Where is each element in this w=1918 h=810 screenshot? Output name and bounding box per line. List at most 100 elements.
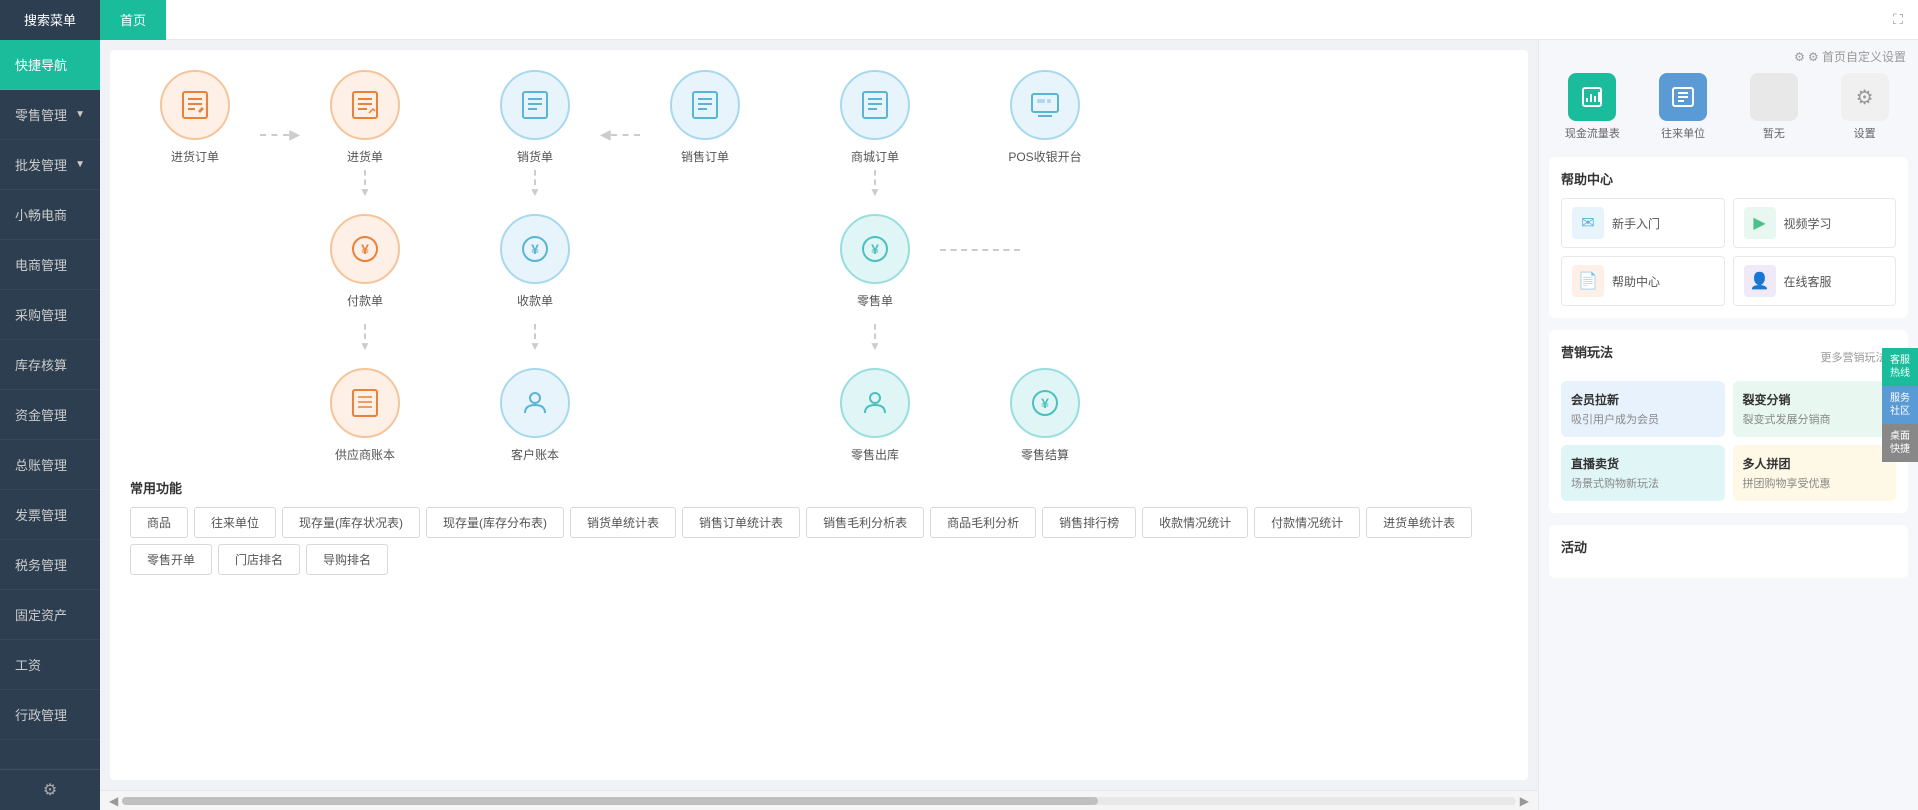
func-btn-profit2[interactable]: 商品毛利分析	[930, 507, 1036, 538]
customer-account-icon	[500, 368, 570, 438]
sidebar-item-inventory[interactable]: 库存核算	[0, 340, 100, 390]
service-label: 在线客服	[1784, 273, 1832, 290]
sidebar-item-finance[interactable]: 资金管理	[0, 390, 100, 440]
help-item-service[interactable]: 👤 在线客服	[1733, 256, 1897, 306]
func-btn-guide-rank[interactable]: 导购排名	[306, 544, 388, 575]
float-btn-desktop[interactable]: 桌面快捷	[1882, 424, 1918, 462]
flow-node-retail-settle[interactable]: ¥ 零售结算	[980, 368, 1110, 463]
beginner-label: 新手入门	[1612, 215, 1660, 232]
sidebar-item-wholesale[interactable]: 批发管理 ▼	[0, 140, 100, 190]
flow-node-sale[interactable]: 销货单	[470, 70, 600, 165]
shortcut-item-cashflow[interactable]: 现金流量表	[1551, 73, 1634, 141]
sidebar-item-tax[interactable]: 税务管理	[0, 540, 100, 590]
marketing-item-fission[interactable]: 裂变分销 裂变式发展分销商	[1733, 381, 1897, 437]
doc-icon: 📄	[1572, 265, 1604, 297]
settings-icon[interactable]: ⚙	[43, 780, 57, 800]
flow-node-customer-account[interactable]: 客户账本	[470, 368, 600, 463]
help-item-help[interactable]: 📄 帮助中心	[1561, 256, 1725, 306]
flow-node-retail-out[interactable]: 零售出库	[810, 368, 940, 463]
func-btn-payment-stat[interactable]: 付款情况统计	[1254, 507, 1360, 538]
func-btn-stock2[interactable]: 现存量(库存分布表)	[426, 507, 564, 538]
settings-label: 设置	[1854, 125, 1876, 141]
flow-node-mall-order[interactable]: 商城订单	[810, 70, 940, 165]
chevron-down-icon: ▼	[75, 109, 85, 120]
fission-title: 裂变分销	[1743, 391, 1887, 408]
fullscreen-icon[interactable]: ⛶	[1888, 10, 1908, 30]
sidebar-item-xcec[interactable]: 小畅电商	[0, 190, 100, 240]
flow-node-supplier-account[interactable]: 供应商账本	[300, 368, 430, 463]
sidebar-item-assets[interactable]: 固定资产	[0, 590, 100, 640]
func-btn-rank[interactable]: 销售排行榜	[1042, 507, 1136, 538]
flow-node-sales-order[interactable]: 销售订单	[640, 70, 770, 165]
scroll-left-icon[interactable]: ◀	[105, 794, 122, 808]
sidebar-item-quick-nav[interactable]: 快捷导航	[0, 40, 100, 90]
top-bar-right: ⛶	[1888, 10, 1918, 30]
svg-text:¥: ¥	[871, 241, 879, 257]
sidebar-item-label: 小畅电商	[15, 205, 67, 224]
flow-node-receipt[interactable]: ¥ 收款单	[470, 214, 600, 309]
help-item-beginner[interactable]: ✉ 新手入门	[1561, 198, 1725, 248]
common-functions-title: 常用功能	[130, 478, 1508, 497]
shortcut-item-contacts[interactable]: 往来单位	[1642, 73, 1725, 141]
person-icon: 👤	[1744, 265, 1776, 297]
flow-node-pos[interactable]: POS收银开台	[980, 70, 1110, 165]
help-item-video[interactable]: ▶ 视频学习	[1733, 198, 1897, 248]
sidebar-item-purchase[interactable]: 采购管理	[0, 290, 100, 340]
chevron-down-icon: ▼	[75, 159, 85, 170]
sidebar-item-label: 税务管理	[15, 555, 67, 574]
flow-node-payment[interactable]: ¥ 付款单	[300, 214, 430, 309]
scrollbar-thumb[interactable]	[122, 797, 1097, 805]
customize-settings-link[interactable]: ⚙ ⚙ 首页自定义设置	[1794, 48, 1906, 65]
flow-node-purchase-order[interactable]: 进货订单	[130, 70, 260, 165]
main-panel: 进货订单 ▶ 进货单	[100, 40, 1538, 810]
sidebar-item-label: 批发管理	[15, 155, 67, 174]
sidebar-item-invoice[interactable]: 发票管理	[0, 490, 100, 540]
contacts-icon	[1659, 73, 1707, 121]
float-btn-service[interactable]: 客服热线	[1882, 348, 1918, 386]
marketing-item-group[interactable]: 多人拼团 拼团购物享受优惠	[1733, 445, 1897, 501]
func-btn-receipt-stat[interactable]: 收款情况统计	[1142, 507, 1248, 538]
sidebar-item-label: 总账管理	[15, 455, 67, 474]
flow-diagram: 进货订单 ▶ 进货单	[130, 70, 1508, 463]
func-btn-retail-order[interactable]: 零售开单	[130, 544, 212, 575]
float-btn-community[interactable]: 服务社区	[1882, 386, 1918, 424]
func-btn-contacts[interactable]: 往来单位	[194, 507, 276, 538]
func-btn-profit1[interactable]: 销售毛利分析表	[806, 507, 924, 538]
flow-node-purchase[interactable]: 进货单	[300, 70, 430, 165]
marketing-item-member[interactable]: 会员拉新 吸引用户成为会员	[1561, 381, 1725, 437]
supplier-account-label: 供应商账本	[335, 446, 395, 463]
search-menu-button[interactable]: 搜索菜单	[0, 0, 100, 40]
func-buttons: 商品 往来单位 现存量(库存状况表) 现存量(库存分布表) 销货单统计表 销售订…	[130, 507, 1508, 575]
sidebar-item-ecommerce[interactable]: 电商管理	[0, 240, 100, 290]
scroll-right-icon[interactable]: ▶	[1516, 794, 1533, 808]
func-btn-sale-stat[interactable]: 销货单统计表	[570, 507, 676, 538]
tab-home[interactable]: 首页	[100, 0, 166, 40]
sidebar-item-salary[interactable]: 工资	[0, 640, 100, 690]
sidebar-item-label: 库存核算	[15, 355, 67, 374]
func-btn-stock1[interactable]: 现存量(库存状况表)	[282, 507, 420, 538]
marketing-item-live[interactable]: 直播卖货 场景式购物新玩法	[1561, 445, 1725, 501]
sidebar-item-label: 采购管理	[15, 305, 67, 324]
content-area: 进货订单 ▶ 进货单	[100, 40, 1918, 810]
member-desc: 吸引用户成为会员	[1571, 411, 1715, 427]
func-btn-goods[interactable]: 商品	[130, 507, 188, 538]
payment-icon: ¥	[330, 214, 400, 284]
shortcut-item-none[interactable]: 暂无	[1733, 73, 1816, 141]
flow-node-retail[interactable]: ¥ 零售单	[810, 214, 940, 309]
video-icon: ▶	[1744, 207, 1776, 239]
func-btn-sale-order-stat[interactable]: 销售订单统计表	[682, 507, 800, 538]
shortcut-item-settings[interactable]: ⚙ 设置	[1823, 73, 1906, 141]
retail-out-label: 零售出库	[851, 446, 899, 463]
marketing-header: 营销玩法 更多营销玩法 >	[1561, 342, 1896, 371]
retail-icon: ¥	[840, 214, 910, 284]
help-center-title: 帮助中心	[1561, 169, 1896, 188]
sidebar-item-admin[interactable]: 行政管理	[0, 690, 100, 740]
func-btn-purchase-stat[interactable]: 进货单统计表	[1366, 507, 1472, 538]
none-icon	[1750, 73, 1798, 121]
sidebar-item-retail[interactable]: 零售管理 ▼	[0, 90, 100, 140]
sidebar: 快捷导航 零售管理 ▼ 批发管理 ▼ 小畅电商 电商管理 采购管理 库存核算 资…	[0, 40, 100, 810]
func-btn-store-rank[interactable]: 门店排名	[218, 544, 300, 575]
scrollbar-track[interactable]	[122, 797, 1516, 805]
sidebar-item-ledger[interactable]: 总账管理	[0, 440, 100, 490]
svg-text:¥: ¥	[1041, 395, 1049, 411]
